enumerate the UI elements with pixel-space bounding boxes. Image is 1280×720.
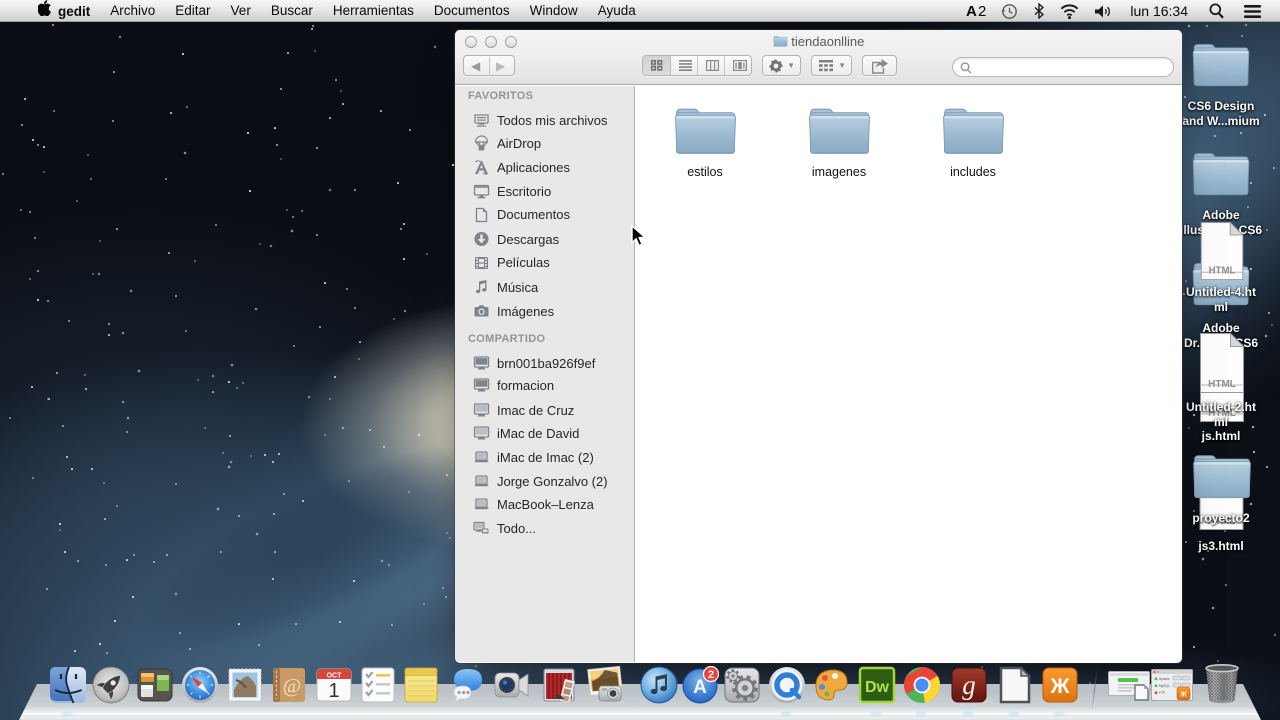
svg-text:HTML: HTML	[1209, 265, 1236, 276]
svg-text:A: A	[693, 677, 707, 698]
svg-text:MySQL: MySQL	[1159, 684, 1170, 688]
svg-text:HTML: HTML	[1208, 379, 1236, 390]
svg-text:Dw: Dw	[865, 679, 890, 696]
svg-text:FTP: FTP	[1159, 691, 1165, 695]
svg-text:@: @	[283, 675, 301, 697]
svg-text:1: 1	[328, 680, 339, 702]
svg-text:OCT: OCT	[327, 673, 343, 680]
svg-text:Ж: Ж	[1050, 675, 1071, 698]
svg-text:Ж: Ж	[1179, 692, 1187, 699]
svg-text:2: 2	[708, 669, 714, 681]
svg-text:Apache: Apache	[1159, 677, 1170, 681]
svg-text:g: g	[962, 670, 976, 700]
